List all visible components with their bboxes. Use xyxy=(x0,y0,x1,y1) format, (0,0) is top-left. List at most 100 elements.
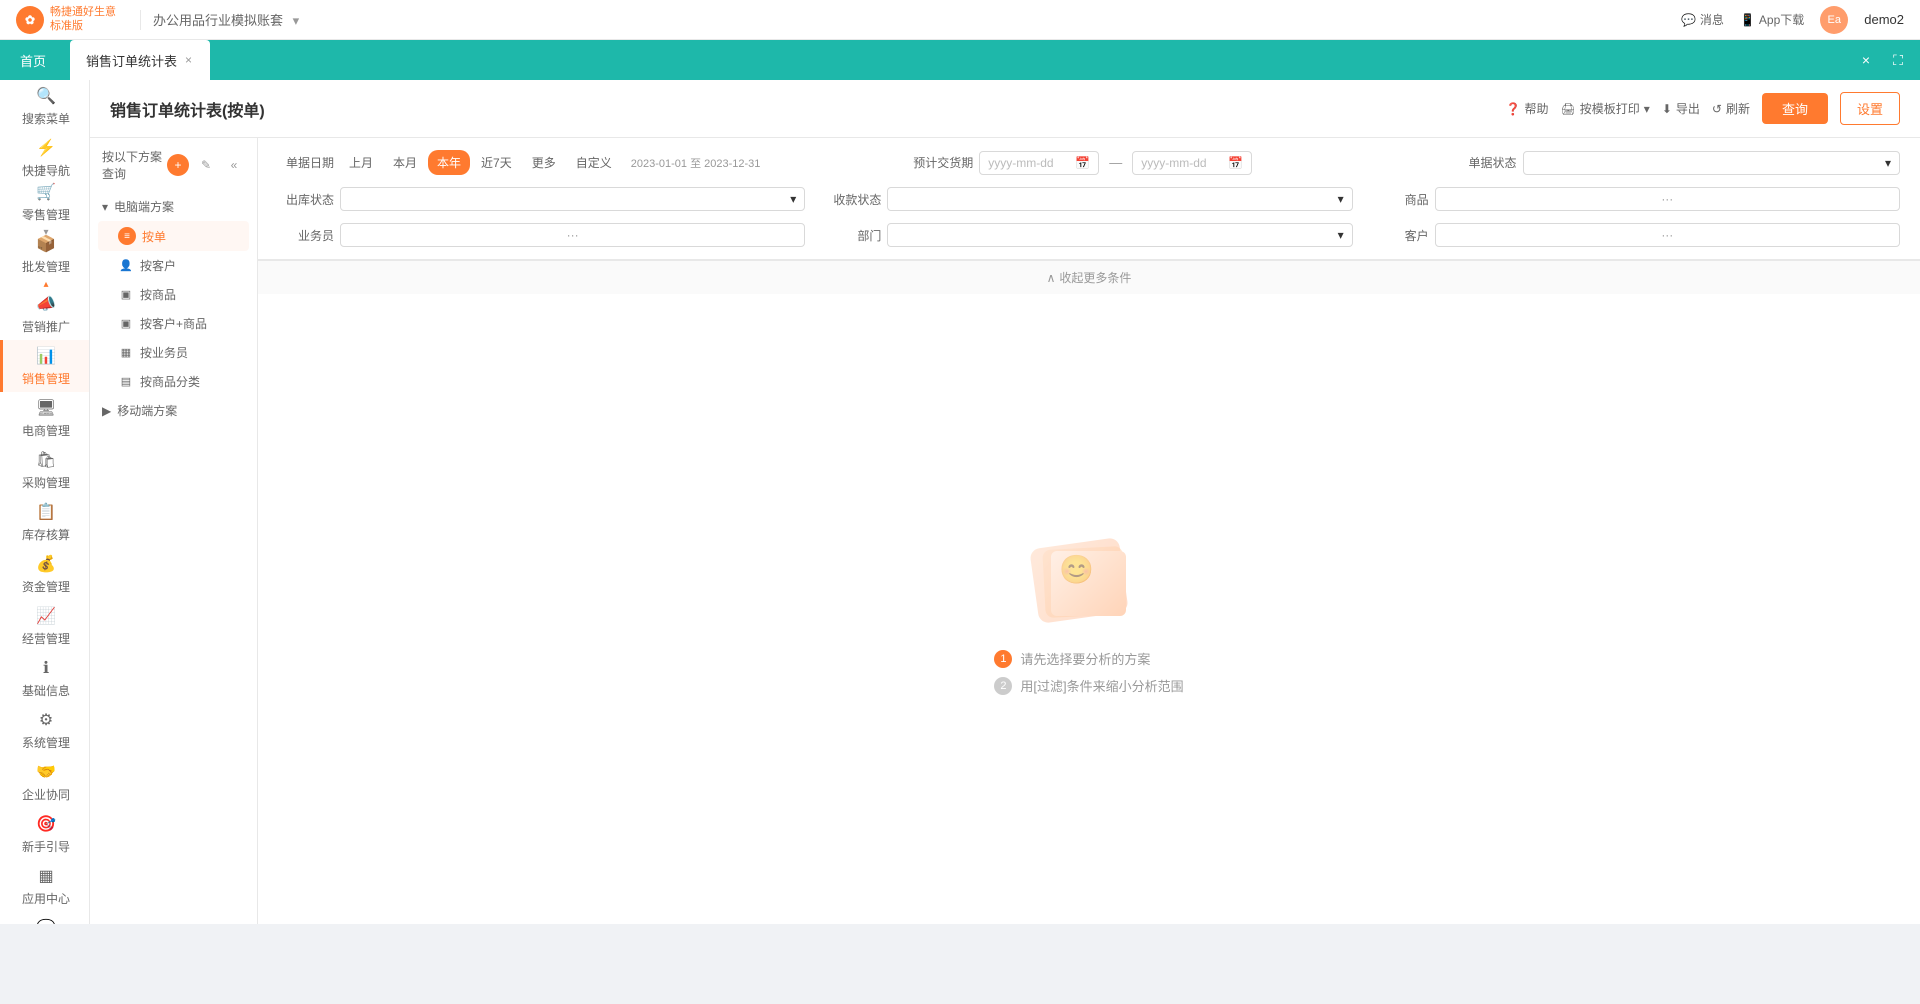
dept-select[interactable]: ▾ xyxy=(887,223,1352,247)
top-bar-right: 💬 消息 📱 App下载 Ea demo2 xyxy=(1681,6,1904,34)
calendar-icon-start: 📅 xyxy=(1075,156,1090,170)
date-last7-btn[interactable]: 近7天 xyxy=(472,150,521,175)
date-last-month-btn[interactable]: 上月 xyxy=(340,150,382,175)
refresh-icon: ↺ xyxy=(1712,102,1722,116)
expected-date-start[interactable]: yyyy-mm-dd 📅 xyxy=(979,151,1099,175)
tab-active[interactable]: 销售订单统计表 × xyxy=(70,40,210,80)
date-range-text: 2023-01-01 至 2023-12-31 xyxy=(631,155,761,171)
sidebar-item-system[interactable]: ⚙ 系统管理 xyxy=(0,704,89,756)
export-btn[interactable]: ⬇ 导出 xyxy=(1662,100,1700,117)
sales-icon: 📊 xyxy=(36,346,56,366)
collapse-bar[interactable]: ∧ 收起更多条件 xyxy=(258,260,1920,294)
bill-status-dropdown-icon: ▾ xyxy=(1885,156,1891,170)
expected-date-label: 预计交货期 xyxy=(913,154,973,171)
sidebar-item-retail-mgmt[interactable]: 🛒 零售管理 ▾ xyxy=(0,184,89,236)
content-area: 销售订单统计表(按单) ❓ 帮助 🖨 按模板打印 ▾ ⬇ 导出 ↺ 刷新 xyxy=(90,80,1920,924)
customer-label: 客户 xyxy=(1373,227,1429,244)
business-icon: 📈 xyxy=(36,606,56,626)
empty-hints: 1 请先选择要分析的方案 2 用[过滤]条件来缩小分析范围 xyxy=(994,649,1183,695)
calendar-icon-end: 📅 xyxy=(1228,156,1243,170)
scheme-item-by-order[interactable]: ≡ 按单 xyxy=(98,221,249,251)
sidebar-item-sales-mgmt[interactable]: 📊 销售管理 xyxy=(0,340,89,392)
goods-selector-btn[interactable]: ··· xyxy=(1435,187,1900,211)
scheme-item-by-cust-goods[interactable]: ▣ 按客户+商品 xyxy=(98,309,249,338)
sidebar-item-basic-info[interactable]: ℹ 基础信息 xyxy=(0,652,89,704)
receive-status-select[interactable]: ▾ xyxy=(887,187,1352,211)
username[interactable]: demo2 xyxy=(1864,12,1904,27)
sidebar-item-inventory[interactable]: 📋 库存核算 xyxy=(0,496,89,548)
scheme-item-by-salesman[interactable]: ▦ 按业务员 xyxy=(98,338,249,367)
split-layout: 按以下方案查询 + ✎ « ▾ 电脑端方案 ≡ 按单 xyxy=(90,138,1920,924)
page-title: 销售订单统计表(按单) xyxy=(110,97,265,121)
dept-dropdown-icon: ▾ xyxy=(1338,228,1344,242)
tab-close-btn[interactable]: × xyxy=(183,51,194,69)
sidebar-item-enterprise[interactable]: 🤝 企业协同 xyxy=(0,756,89,808)
print-btn[interactable]: 🖨 按模板打印 ▾ xyxy=(1561,100,1650,117)
date-more-btn[interactable]: 更多 xyxy=(523,150,565,175)
scheme-section-pc: ▾ 电脑端方案 ≡ 按单 👤 按客户 ▣ 按商品 xyxy=(90,192,257,396)
scheme-item-by-goods[interactable]: ▣ 按商品 xyxy=(98,280,249,309)
sidebar-item-ecommerce[interactable]: 🖥 电商管理 xyxy=(0,392,89,444)
scheme-section-header-pc[interactable]: ▾ 电脑端方案 xyxy=(98,192,249,221)
date-this-month-btn[interactable]: 本月 xyxy=(384,150,426,175)
main-layout: 🔍 搜索菜单 ⚡ 快捷导航 🛒 零售管理 ▾ 📦 批发管理 ▴ 📣 营销推广 📊… xyxy=(0,80,1920,924)
sidebar-item-business[interactable]: 📈 经营管理 xyxy=(0,600,89,652)
cust-goods-icon: ▣ xyxy=(118,316,134,332)
date-label: 单据日期 xyxy=(278,154,334,171)
export-icon: ⬇ xyxy=(1662,102,1672,116)
illus-face: 😊 xyxy=(1059,553,1094,586)
refresh-btn[interactable]: ↺ 刷新 xyxy=(1712,100,1750,117)
scheme-item-by-goods-cat[interactable]: ▤ 按商品分类 xyxy=(98,367,249,396)
sidebar-item-wholesale-mgmt[interactable]: 📦 批发管理 ▴ xyxy=(0,236,89,288)
date-this-year-btn[interactable]: 本年 xyxy=(428,150,470,175)
filter-row-3: 业务员 ··· 部门 ▾ 客户 ··· xyxy=(278,223,1900,247)
sidebar-item-app-center[interactable]: ▦ 应用中心 xyxy=(0,860,89,912)
scheme-item-by-customer[interactable]: 👤 按客户 xyxy=(98,251,249,280)
sidebar-item-quick-nav[interactable]: ⚡ 快捷导航 xyxy=(0,132,89,184)
receive-status-dropdown-icon: ▾ xyxy=(1338,192,1344,206)
out-status-select[interactable]: ▾ xyxy=(340,187,805,211)
scheme-section-header-mobile[interactable]: ▶ 移动端方案 xyxy=(98,396,249,425)
ecommerce-icon: 🖥 xyxy=(36,398,56,418)
message-icon: 💬 xyxy=(1681,13,1696,27)
hint-num-2: 2 xyxy=(994,677,1012,695)
sidebar-item-finance[interactable]: 💰 资金管理 xyxy=(0,548,89,600)
date-custom-btn[interactable]: 自定义 xyxy=(567,150,621,175)
message-btn[interactable]: 💬 消息 xyxy=(1681,11,1724,28)
system-icon: ⚙ xyxy=(39,710,53,730)
sidebar-item-purchase[interactable]: 🛍 采购管理 xyxy=(0,444,89,496)
retail-icon: 🛒 xyxy=(36,182,56,202)
settings-btn[interactable]: 设置 xyxy=(1840,92,1900,125)
dropdown-arrow[interactable]: ▾ xyxy=(293,13,300,28)
top-bar-divider xyxy=(140,10,141,30)
active-badge: ≡ xyxy=(118,227,136,245)
scheme-edit-btn[interactable]: ✎ xyxy=(195,154,217,176)
help-btn[interactable]: ❓ 帮助 xyxy=(1506,100,1549,117)
logo[interactable]: ✿ 畅捷通好生意 标准版 xyxy=(16,6,116,34)
app-download-btn[interactable]: 📱 App下载 xyxy=(1740,11,1804,28)
sidebar: 🔍 搜索菜单 ⚡ 快捷导航 🛒 零售管理 ▾ 📦 批发管理 ▴ 📣 营销推广 📊… xyxy=(0,80,90,924)
sidebar-item-new-guide[interactable]: 🎯 新手引导 xyxy=(0,808,89,860)
tab-minimize-btn[interactable]: × xyxy=(1852,46,1880,74)
tab-home[interactable]: 首页 xyxy=(0,40,66,80)
app-title: 办公用品行业模拟账套 ▾ xyxy=(153,10,1681,29)
scheme-panel: 按以下方案查询 + ✎ « ▾ 电脑端方案 ≡ 按单 xyxy=(90,138,258,924)
query-btn[interactable]: 查询 xyxy=(1762,93,1828,124)
avatar[interactable]: Ea xyxy=(1820,6,1848,34)
tab-maximize-btn[interactable]: ⛶ xyxy=(1884,46,1912,74)
bill-status-select[interactable]: ▾ xyxy=(1523,151,1900,175)
sidebar-item-enterprise-wechat[interactable]: 💬 企业微信 xyxy=(0,912,89,924)
chevron-right-icon: ▶ xyxy=(102,404,111,418)
scheme-collapse-btn[interactable]: « xyxy=(223,154,245,176)
help-icon: ❓ xyxy=(1506,102,1521,116)
sidebar-item-marketing[interactable]: 📣 营销推广 xyxy=(0,288,89,340)
page-header: 销售订单统计表(按单) ❓ 帮助 🖨 按模板打印 ▾ ⬇ 导出 ↺ 刷新 xyxy=(90,80,1920,138)
salesman-selector-btn[interactable]: ··· xyxy=(340,223,805,247)
quick-nav-icon: ⚡ xyxy=(36,138,56,158)
new-guide-icon: 🎯 xyxy=(36,814,56,834)
scheme-add-btn[interactable]: + xyxy=(167,154,189,176)
sidebar-item-search-menu[interactable]: 🔍 搜索菜单 xyxy=(0,80,89,132)
scheme-header-title: 按以下方案查询 xyxy=(102,148,167,182)
expected-date-end[interactable]: yyyy-mm-dd 📅 xyxy=(1132,151,1252,175)
customer-selector-btn[interactable]: ··· xyxy=(1435,223,1900,247)
